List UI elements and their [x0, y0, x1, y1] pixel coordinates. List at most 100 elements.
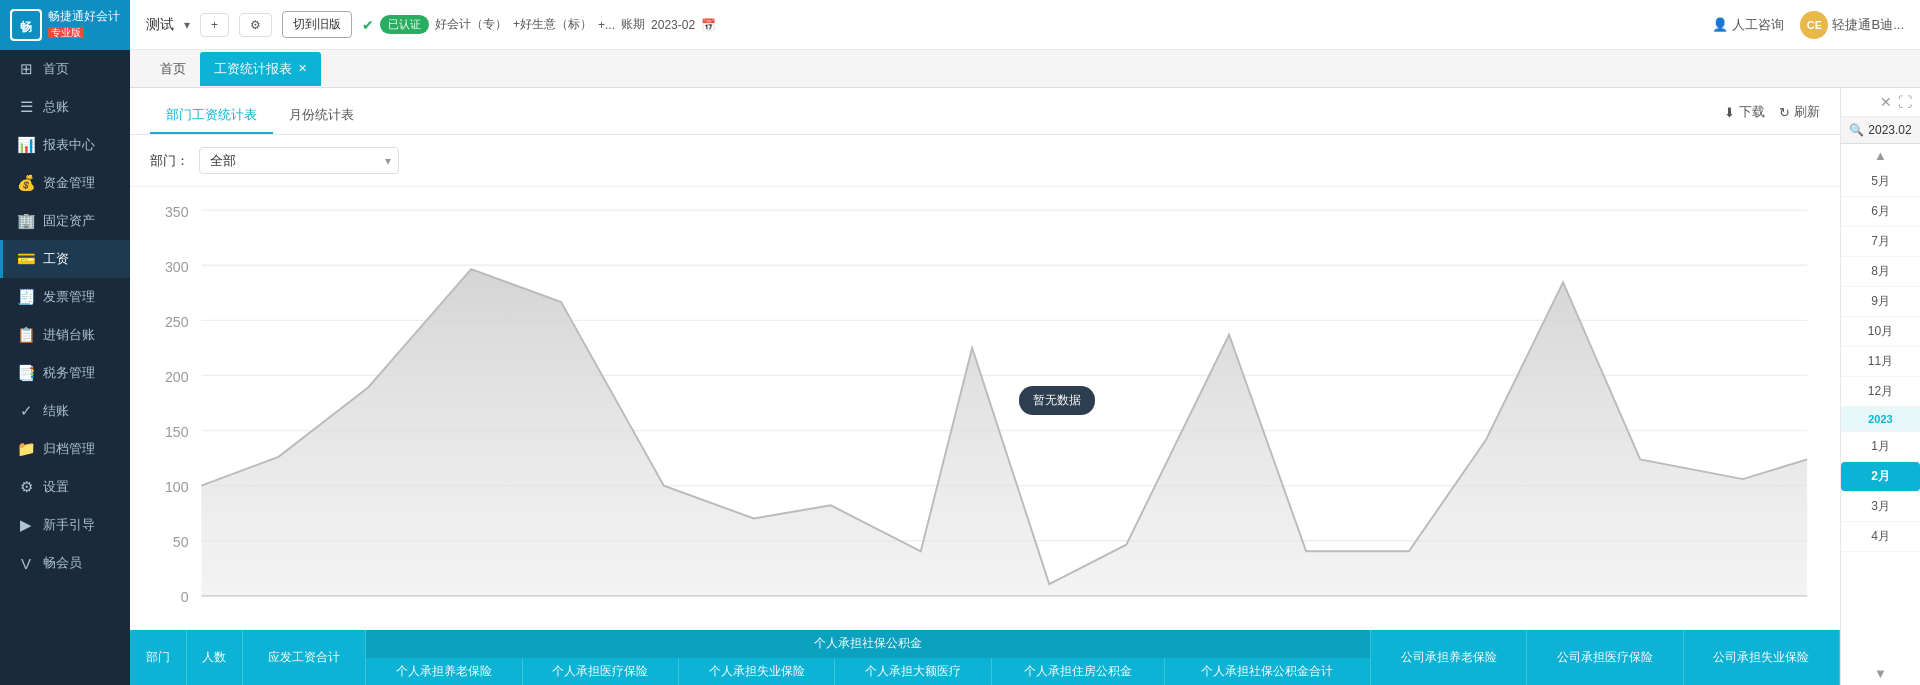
sidebar-item-label: 报表中心	[43, 136, 95, 154]
date-item-9[interactable]: 9月	[1841, 287, 1920, 317]
sidebar-item-tax[interactable]: 📑 税务管理	[0, 354, 130, 392]
th-personal-unemployment: 个人承担失业保险	[679, 658, 835, 686]
tabbar: 首页 工资统计报表 ✕	[130, 50, 1920, 88]
member-icon: V	[17, 555, 35, 572]
sales-icon: 📋	[17, 326, 35, 344]
settings-icon: ⚙	[17, 478, 35, 496]
date-item-5[interactable]: 5月	[1841, 167, 1920, 197]
logo-icon: 畅	[10, 9, 42, 41]
sidebar-item-sales[interactable]: 📋 进销台账	[0, 316, 130, 354]
sidebar-item-assets[interactable]: 🏢 固定资产	[0, 202, 130, 240]
funds-icon: 💰	[17, 174, 35, 192]
topbar-settings-btn[interactable]: ⚙	[239, 13, 272, 37]
sidebar-item-reports[interactable]: 📊 报表中心	[0, 126, 130, 164]
dept-filter-select[interactable]: 全部 部门A 部门B	[199, 147, 399, 174]
date-item-11[interactable]: 11月	[1841, 347, 1920, 377]
th-personal-major-medical: 个人承担大额医疗	[835, 658, 991, 686]
sidebar-item-label: 税务管理	[43, 364, 95, 382]
assets-icon: 🏢	[17, 212, 35, 230]
subtab-right: ⬇ 下载 ↻ 刷新	[1724, 103, 1820, 129]
panel-top-buttons: ✕ ⛶	[1841, 88, 1920, 117]
period-value: 2023-02	[651, 18, 695, 32]
date-item-2-active[interactable]: 2月	[1841, 462, 1920, 492]
sidebar-logo: 畅 畅捷通好会计 专业版	[0, 0, 130, 50]
date-item-10[interactable]: 10月	[1841, 317, 1920, 347]
filter-bar: 部门： 全部 部门A 部门B	[130, 135, 1840, 187]
svg-text:0: 0	[181, 589, 189, 605]
download-icon: ⬇	[1724, 105, 1735, 120]
svg-text:300: 300	[165, 259, 189, 275]
sidebar-item-guide[interactable]: ▶ 新手引导	[0, 506, 130, 544]
sidebar-item-home[interactable]: ⊞ 首页	[0, 50, 130, 88]
subtab-bar: 部门工资统计表 月份统计表 ⬇ 下载 ↻ 刷新	[130, 88, 1840, 135]
sidebar-item-member[interactable]: V 畅会员	[0, 544, 130, 582]
sidebar-item-label: 畅会员	[43, 554, 82, 572]
content-area: 部门工资统计表 月份统计表 ⬇ 下载 ↻ 刷新	[130, 88, 1920, 685]
topbar-add-btn[interactable]: +	[200, 13, 229, 37]
topbar: 测试 ▾ + ⚙ 切到旧版 ✔ 已认证 好会计（专） +好生意（标） +... …	[130, 0, 1920, 50]
download-btn[interactable]: ⬇ 下载	[1724, 103, 1765, 121]
expand-panel-btn[interactable]: ⛶	[1898, 94, 1912, 110]
date-item-3[interactable]: 3月	[1841, 492, 1920, 522]
chart-area: 350 300 250 200 150 100 50 0	[130, 187, 1840, 630]
sidebar: 畅 畅捷通好会计 专业版 ⊞ 首页 ☰ 总账 📊 报表中心 💰 资金管理 🏢 固…	[0, 0, 130, 685]
topbar-switch-btn[interactable]: 切到旧版	[282, 11, 352, 38]
checkout-icon: ✓	[17, 402, 35, 420]
svg-text:150: 150	[165, 424, 189, 440]
sidebar-item-label: 归档管理	[43, 440, 95, 458]
tab-home[interactable]: 首页	[146, 52, 200, 86]
th-headcount: 人数	[186, 630, 243, 685]
search-icon: 🔍	[1849, 123, 1864, 137]
tag-more: +...	[598, 18, 615, 32]
main-content: 测试 ▾ + ⚙ 切到旧版 ✔ 已认证 好会计（专） +好生意（标） +... …	[130, 0, 1920, 685]
topbar-dropdown[interactable]: ▾	[184, 18, 190, 32]
sidebar-item-funds[interactable]: 💰 资金管理	[0, 164, 130, 202]
subtab-dept[interactable]: 部门工资统计表	[150, 98, 273, 134]
date-item-12[interactable]: 12月	[1841, 377, 1920, 407]
date-item-4[interactable]: 4月	[1841, 522, 1920, 552]
svg-text:350: 350	[165, 204, 189, 220]
date-item-8[interactable]: 8月	[1841, 257, 1920, 287]
reports-icon: 📊	[17, 136, 35, 154]
tab-salary-report[interactable]: 工资统计报表 ✕	[200, 52, 321, 86]
date-item-6[interactable]: 6月	[1841, 197, 1920, 227]
user-menu[interactable]: CE 轻捷通B迪...	[1800, 11, 1904, 39]
sidebar-item-label: 新手引导	[43, 516, 95, 534]
subtab-left: 部门工资统计表 月份统计表	[150, 98, 370, 134]
subtab-monthly[interactable]: 月份统计表	[273, 98, 370, 134]
th-company-unemployment: 公司承担失业保险	[1683, 630, 1839, 685]
calendar-icon[interactable]: 📅	[701, 18, 716, 32]
sidebar-item-salary[interactable]: 💳 工资	[0, 240, 130, 278]
chart-svg: 350 300 250 200 150 100 50 0	[150, 197, 1820, 630]
svg-text:50: 50	[173, 534, 189, 550]
close-panel-btn[interactable]: ✕	[1880, 94, 1892, 110]
date-nav-down[interactable]: ▼	[1841, 662, 1920, 685]
sidebar-item-settings[interactable]: ⚙ 设置	[0, 468, 130, 506]
consult-icon: 👤	[1712, 17, 1728, 32]
refresh-btn[interactable]: ↻ 刷新	[1779, 103, 1820, 121]
date-nav-up[interactable]: ▲	[1841, 144, 1920, 167]
tax-icon: 📑	[17, 364, 35, 382]
th-personal-pension: 个人承担养老保险	[366, 658, 522, 686]
human-consult-btn[interactable]: 👤 人工咨询	[1712, 16, 1784, 34]
date-item-7[interactable]: 7月	[1841, 227, 1920, 257]
summary-table: 部门 人数 应发工资合计 个人承担社保公积金 公司承担养老保险 公司承担医疗保险…	[130, 630, 1840, 685]
tab-close-icon[interactable]: ✕	[298, 62, 307, 75]
topbar-status: ✔ 已认证 好会计（专） +好生意（标） +... 账期 2023-02 📅	[362, 15, 716, 34]
sidebar-item-ledger[interactable]: ☰ 总账	[0, 88, 130, 126]
th-company-pension: 公司承担养老保险	[1370, 630, 1526, 685]
guide-icon: ▶	[17, 516, 35, 534]
date-panel: ✕ ⛶ 🔍 2023.02 ▲ 5月 6月 7月 8月 9月 10月 11月 1…	[1840, 88, 1920, 685]
th-personal-group: 个人承担社保公积金	[366, 630, 1370, 658]
invoice-icon: 🧾	[17, 288, 35, 306]
sidebar-item-archive[interactable]: 📁 归档管理	[0, 430, 130, 468]
sidebar-item-checkout[interactable]: ✓ 结账	[0, 392, 130, 430]
date-year-2023: 2023	[1841, 407, 1920, 432]
svg-text:100: 100	[165, 479, 189, 495]
logo-text: 畅捷通好会计 专业版	[48, 9, 120, 40]
sidebar-item-invoice[interactable]: 🧾 发票管理	[0, 278, 130, 316]
refresh-icon: ↻	[1779, 105, 1790, 120]
date-item-1[interactable]: 1月	[1841, 432, 1920, 462]
th-company-medical: 公司承担医疗保险	[1527, 630, 1683, 685]
topbar-title: 测试	[146, 16, 174, 34]
